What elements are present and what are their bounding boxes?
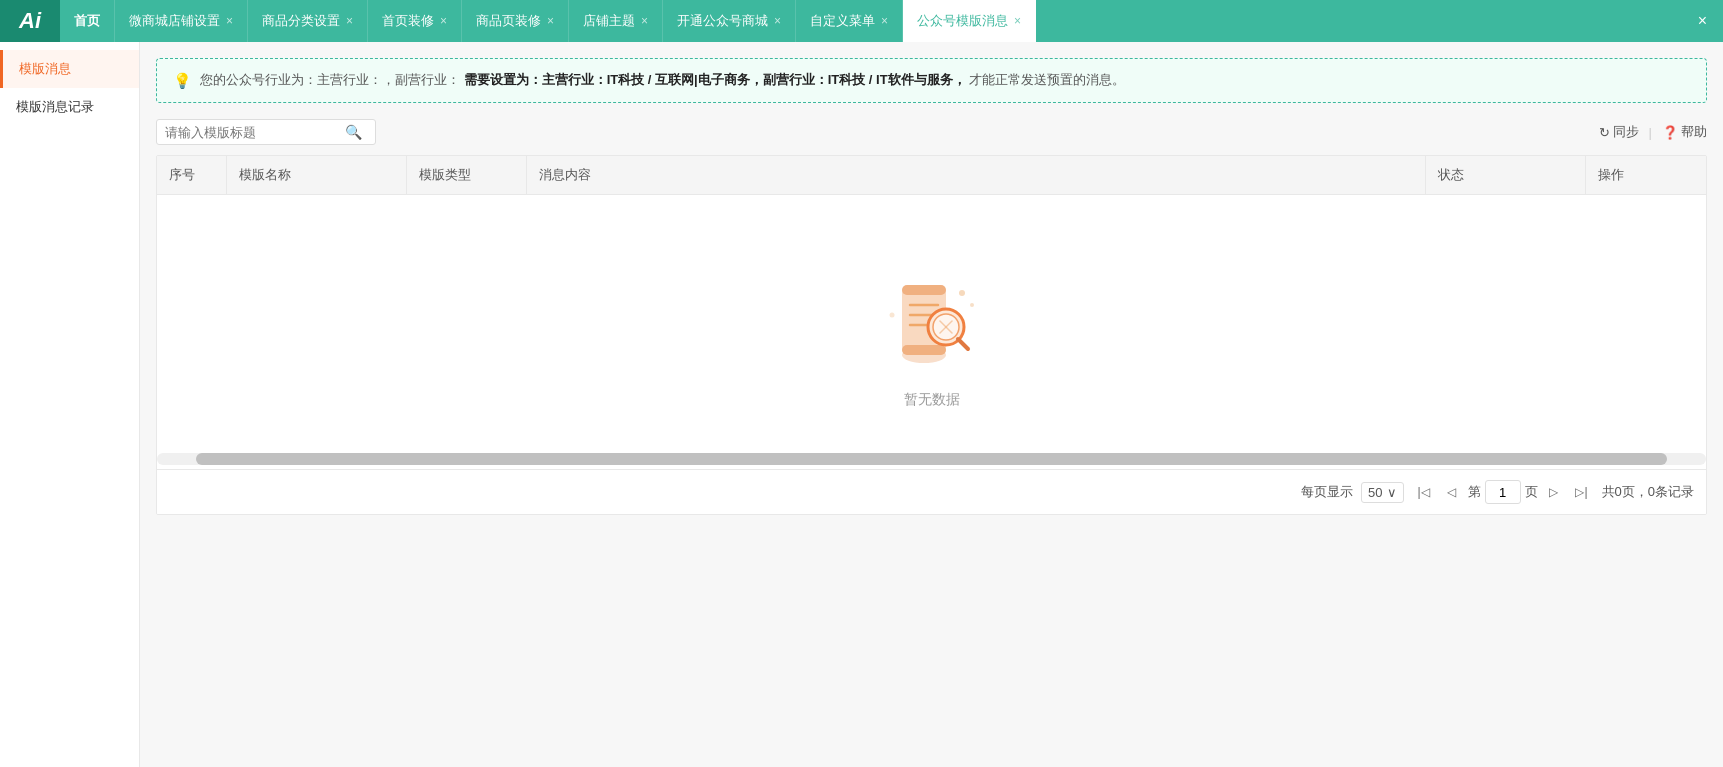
search-box[interactable]: 🔍 [156, 119, 376, 145]
close-store-theme[interactable]: × [641, 14, 648, 28]
svg-rect-3 [902, 345, 946, 355]
close-product-decoration[interactable]: × [547, 14, 554, 28]
col-content: 消息内容 [527, 156, 1426, 194]
nav-tab-custom-menu[interactable]: 自定义菜单 × [796, 0, 903, 42]
nav-tab-mp-template-msg[interactable]: 公众号模版消息 × [903, 0, 1036, 42]
svg-point-14 [889, 313, 894, 318]
svg-line-9 [958, 339, 968, 349]
nav-tab-product-decoration[interactable]: 商品页装修 × [462, 0, 569, 42]
search-input[interactable] [165, 125, 345, 140]
col-index: 序号 [157, 156, 227, 194]
sidebar: 模版消息 模版消息记录 [0, 42, 140, 767]
top-nav: Ai 首页 微商城店铺设置 × 商品分类设置 × 首页装修 × 商品页装修 × … [0, 0, 1723, 42]
scrollbar-thumb[interactable] [196, 453, 1668, 465]
toolbar: 🔍 ↻ 同步 | ❓ 帮助 [156, 119, 1707, 145]
close-mp-template-msg[interactable]: × [1014, 14, 1021, 28]
horizontal-scrollbar[interactable] [157, 453, 1706, 465]
nav-tab-store-theme[interactable]: 店铺主题 × [569, 0, 663, 42]
nav-tab-home-decoration[interactable]: 首页装修 × [368, 0, 462, 42]
app-logo: Ai [0, 0, 60, 42]
per-page-select[interactable]: 50 ∨ [1361, 482, 1403, 503]
table-header: 序号 模版名称 模版类型 消息内容 状态 操作 [157, 156, 1706, 195]
pagination-nav: |◁ ◁ 第 页 ▷ ▷| [1412, 480, 1594, 504]
page-input[interactable] [1485, 480, 1521, 504]
help-button[interactable]: ❓ 帮助 [1662, 123, 1707, 141]
close-store-settings[interactable]: × [226, 14, 233, 28]
svg-point-13 [970, 303, 974, 307]
toolbar-divider: | [1649, 125, 1652, 140]
nav-tab-category-settings[interactable]: 商品分类设置 × [248, 0, 368, 42]
last-page-button[interactable]: ▷| [1570, 480, 1594, 504]
col-name: 模版名称 [227, 156, 407, 194]
svg-point-12 [959, 290, 965, 296]
help-icon: ❓ [1662, 125, 1678, 140]
sidebar-item-template-msg-record[interactable]: 模版消息记录 [0, 88, 139, 126]
col-action: 操作 [1586, 156, 1706, 194]
sync-button[interactable]: ↻ 同步 [1599, 123, 1639, 141]
search-icon[interactable]: 🔍 [345, 124, 362, 140]
total-count: 共0页，0条记录 [1602, 483, 1694, 501]
main-layout: 模版消息 模版消息记录 💡 您的公众号行业为：主营行业：，副营行业： 需要设置为… [0, 42, 1723, 767]
close-all-tabs[interactable]: × [1682, 0, 1723, 42]
chevron-down-icon: ∨ [1387, 485, 1397, 500]
col-type: 模版类型 [407, 156, 527, 194]
close-category-settings[interactable]: × [346, 14, 353, 28]
close-home-decoration[interactable]: × [440, 14, 447, 28]
empty-text: 暂无数据 [904, 391, 960, 409]
table-wrapper: 序号 模版名称 模版类型 消息内容 状态 操作 [156, 155, 1707, 515]
empty-state: 暂无数据 [157, 195, 1706, 449]
svg-rect-2 [902, 285, 946, 295]
toolbar-right: ↻ 同步 | ❓ 帮助 [1599, 123, 1707, 141]
nav-tab-home[interactable]: 首页 [60, 0, 115, 42]
pagination: 每页显示 50 ∨ |◁ ◁ 第 页 ▷ ▷| 共0页，0条记录 [157, 469, 1706, 514]
first-page-button[interactable]: |◁ [1412, 480, 1436, 504]
sync-icon: ↻ [1599, 125, 1610, 140]
sidebar-item-template-msg[interactable]: 模版消息 [0, 50, 139, 88]
col-status: 状态 [1426, 156, 1586, 194]
empty-illustration [872, 255, 992, 375]
close-custom-menu[interactable]: × [881, 14, 888, 28]
content-area: 💡 您的公众号行业为：主营行业：，副营行业： 需要设置为：主营行业：IT科技 /… [140, 42, 1723, 767]
notice-text: 您的公众号行业为：主营行业：，副营行业： 需要设置为：主营行业：IT科技 / 互… [200, 71, 1125, 89]
prev-page-button[interactable]: ◁ [1440, 480, 1464, 504]
next-page-button[interactable]: ▷ [1542, 480, 1566, 504]
notice-bar: 💡 您的公众号行业为：主营行业：，副营行业： 需要设置为：主营行业：IT科技 /… [156, 58, 1707, 103]
notice-icon: 💡 [173, 72, 192, 90]
nav-tab-open-mp-store[interactable]: 开通公众号商城 × [663, 0, 796, 42]
nav-tab-store-settings[interactable]: 微商城店铺设置 × [115, 0, 248, 42]
close-open-mp-store[interactable]: × [774, 14, 781, 28]
